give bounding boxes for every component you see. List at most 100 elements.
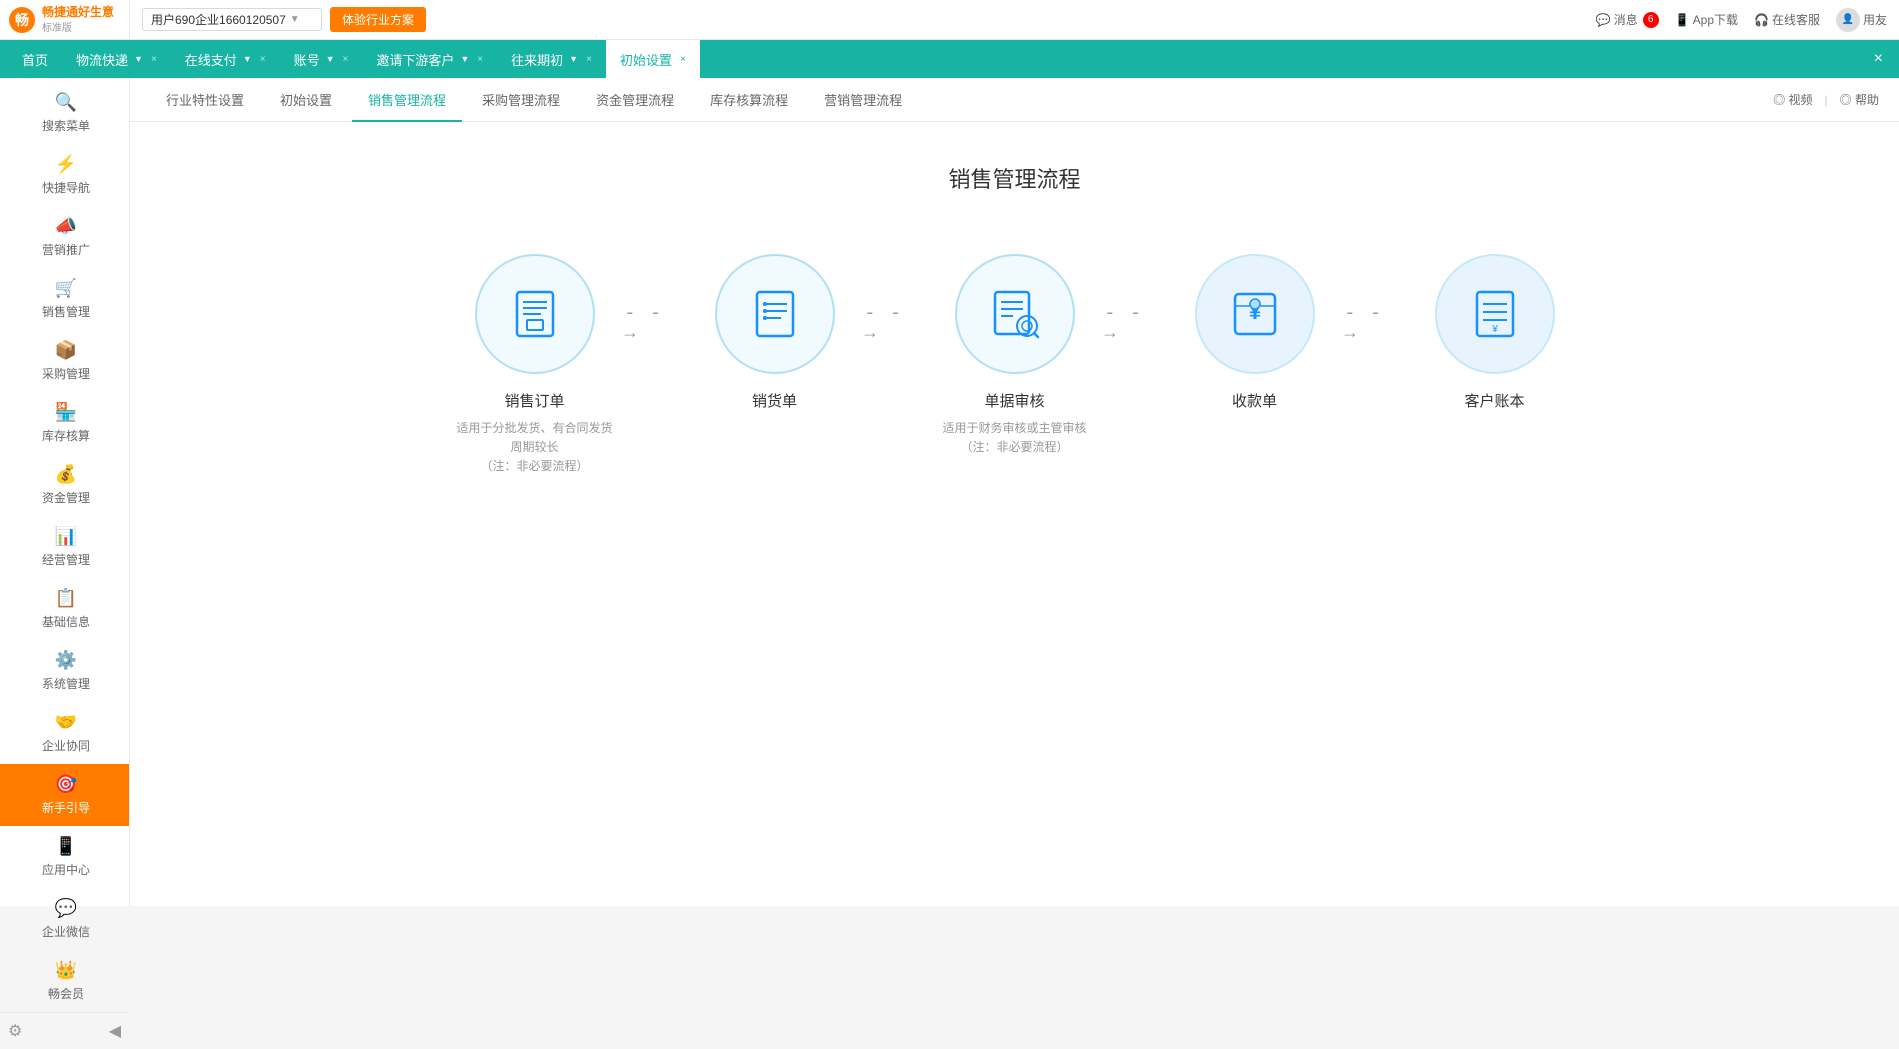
tab-logistics[interactable]: 物流快递 ▼ ×: [62, 40, 171, 78]
process-step-sales-order[interactable]: 销售订单 适用于分批发货、有合同发货周期较长（注：非必要流程）: [445, 254, 625, 477]
sub-tab-industry[interactable]: 行业特性设置: [150, 78, 260, 122]
experience-button[interactable]: 体验行业方案: [330, 7, 426, 32]
service-item[interactable]: 🎧 在线客服: [1754, 11, 1820, 28]
sidebar-item-basic[interactable]: 📋 基础信息: [0, 578, 129, 640]
sidebar-bottom: ⚙ ◀: [0, 1012, 129, 1049]
tab-setup[interactable]: 初始设置 ×: [606, 40, 700, 78]
step-name: 单据审核: [984, 390, 1044, 411]
message-label: 消息: [1614, 11, 1638, 28]
process-step-audit[interactable]: 单据审核 适用于财务审核或主管审核（注：非必要流程）: [925, 254, 1105, 457]
help-link[interactable]: ◎ 帮助: [1840, 91, 1879, 108]
sidebar-item-sales[interactable]: 🛒 销售管理: [0, 268, 129, 330]
step-desc: 适用于财务审核或主管审核（注：非必要流程）: [942, 419, 1086, 457]
process-step-account[interactable]: ¥ 客户账本: [1405, 254, 1585, 419]
mobile-icon: 📱: [55, 836, 77, 857]
sidebar-item-wechat[interactable]: 💬 企业微信: [0, 888, 129, 950]
user-selector-text: 用户690企业1660120507: [151, 11, 286, 28]
sidebar-item-member[interactable]: 👑 畅会员: [0, 950, 129, 1012]
clipboard-icon: 📋: [55, 588, 77, 609]
sub-tab-init[interactable]: 初始设置: [264, 78, 348, 122]
sidebar-item-label: 应用中心: [42, 861, 90, 878]
top-header: 用户690企业1660120507 ▼ 体验行业方案 💬 消息 6 📱 App下…: [130, 0, 1899, 40]
chevron-down-icon: ▼: [326, 54, 335, 64]
logo-area: 畅 畅捷通好生意 标准版: [0, 0, 130, 40]
megaphone-icon: 📣: [55, 216, 77, 237]
tab-invite-label: 邀请下游客户: [376, 50, 454, 69]
main-content: 行业特性设置 初始设置 销售管理流程 采购管理流程 资金管理流程 库存核算流程 …: [130, 78, 1899, 906]
sidebar-item-label: 系统管理: [42, 675, 90, 692]
user-item[interactable]: 👤 用友: [1836, 8, 1887, 32]
close-icon[interactable]: ×: [477, 54, 483, 65]
arrow-3: - - →: [1105, 254, 1165, 344]
arrow-2: - - →: [865, 254, 925, 344]
tab-logistics-label: 物流快递: [76, 50, 128, 69]
chevron-down-icon: ▼: [290, 14, 300, 25]
tab-period-label: 往来期初: [511, 50, 563, 69]
chart-icon: 📊: [55, 526, 77, 547]
tab-account[interactable]: 账号 ▼ ×: [280, 40, 363, 78]
collapse-icon[interactable]: ◀: [109, 1021, 121, 1041]
sidebar-item-shortcut[interactable]: ⚡ 快捷导航: [0, 144, 129, 206]
logo-icon: 畅: [8, 6, 36, 34]
sidebar: 🔍 搜索菜单 ⚡ 快捷导航 📣 营销推广 🛒 销售管理 📦 采购管理 🏪 库存核…: [0, 78, 130, 906]
process-flow: 销售订单 适用于分批发货、有合同发货周期较长（注：非必要流程） - - →: [445, 254, 1585, 477]
arrow-icon: - - →: [1345, 304, 1405, 344]
step-name: 销货单: [752, 390, 797, 411]
crown-icon: 👑: [55, 960, 77, 981]
target-icon: 🎯: [55, 774, 77, 795]
sidebar-item-inventory[interactable]: 🏪 库存核算: [0, 392, 129, 454]
close-icon[interactable]: ×: [586, 54, 592, 65]
main-layout: 🔍 搜索菜单 ⚡ 快捷导航 📣 营销推广 🛒 销售管理 📦 采购管理 🏪 库存核…: [0, 78, 1899, 906]
sidebar-item-marketing[interactable]: 📣 营销推广: [0, 206, 129, 268]
sub-tab-inventory-calc[interactable]: 库存核算流程: [694, 78, 804, 122]
process-step-sales-invoice[interactable]: 销货单: [685, 254, 865, 419]
sidebar-item-enterprise[interactable]: 🤝 企业协同: [0, 702, 129, 764]
process-step-receipt[interactable]: ¥ 收款单: [1165, 254, 1345, 419]
audit-circle: [955, 254, 1075, 374]
receipt-circle: ¥: [1195, 254, 1315, 374]
sidebar-item-operation[interactable]: 📊 经营管理: [0, 516, 129, 578]
close-icon[interactable]: ×: [260, 54, 266, 65]
sidebar-item-apps[interactable]: 📱 应用中心: [0, 826, 129, 888]
sidebar-item-label: 销售管理: [42, 303, 90, 320]
tab-invite[interactable]: 邀请下游客户 ▼ ×: [362, 40, 497, 78]
message-badge: 6: [1643, 12, 1659, 28]
video-link[interactable]: ◎ 视频: [1773, 91, 1812, 108]
svg-text:畅: 畅: [15, 12, 29, 28]
close-all-button[interactable]: ×: [1866, 50, 1891, 68]
close-icon[interactable]: ×: [680, 54, 686, 65]
close-icon[interactable]: ×: [151, 54, 157, 65]
account-circle: ¥: [1435, 254, 1555, 374]
app-download-item[interactable]: 📱 App下载: [1675, 11, 1738, 28]
sub-tab-sales-flow[interactable]: 销售管理流程: [352, 78, 462, 122]
user-selector[interactable]: 用户690企业1660120507 ▼: [142, 8, 322, 31]
sub-tab-purchase-flow[interactable]: 采购管理流程: [466, 78, 576, 122]
sidebar-item-label: 新手引导: [42, 799, 90, 816]
sub-tab-crm-flow[interactable]: 营销管理流程: [808, 78, 918, 122]
sidebar-item-label: 资金管理: [42, 489, 90, 506]
process-content: 销售管理流程 销售订单 适用于分批发货、有合同发货周期较长（: [130, 122, 1899, 906]
handshake-icon: 🤝: [55, 712, 77, 733]
tab-home-label: 首页: [22, 50, 48, 69]
close-icon[interactable]: ×: [343, 54, 349, 65]
tab-payment[interactable]: 在线支付 ▼ ×: [171, 40, 280, 78]
sidebar-item-guide[interactable]: 🎯 新手引导: [0, 764, 129, 826]
sidebar-item-finance[interactable]: 💰 资金管理: [0, 454, 129, 516]
sidebar-item-system[interactable]: ⚙️ 系统管理: [0, 640, 129, 702]
logo-title: 畅捷通好生意: [42, 5, 114, 19]
tab-account-label: 账号: [294, 50, 320, 69]
sidebar-item-label: 企业协同: [42, 737, 90, 754]
settings-icon[interactable]: ⚙: [8, 1021, 22, 1041]
sidebar-item-purchase[interactable]: 📦 采购管理: [0, 330, 129, 392]
step-name: 客户账本: [1464, 390, 1524, 411]
tab-period[interactable]: 往来期初 ▼ ×: [497, 40, 606, 78]
sidebar-item-label: 企业微信: [42, 923, 90, 940]
sidebar-item-search[interactable]: 🔍 搜索菜单: [0, 82, 129, 144]
message-item[interactable]: 💬 消息 6: [1596, 11, 1659, 28]
logo-subtitle: 标准版: [42, 19, 114, 34]
sub-tab-finance-flow[interactable]: 资金管理流程: [580, 78, 690, 122]
tab-home[interactable]: 首页: [8, 40, 62, 78]
headset-icon: 🎧: [1754, 13, 1769, 27]
avatar: 👤: [1836, 8, 1860, 32]
app-label: App下载: [1693, 11, 1738, 28]
